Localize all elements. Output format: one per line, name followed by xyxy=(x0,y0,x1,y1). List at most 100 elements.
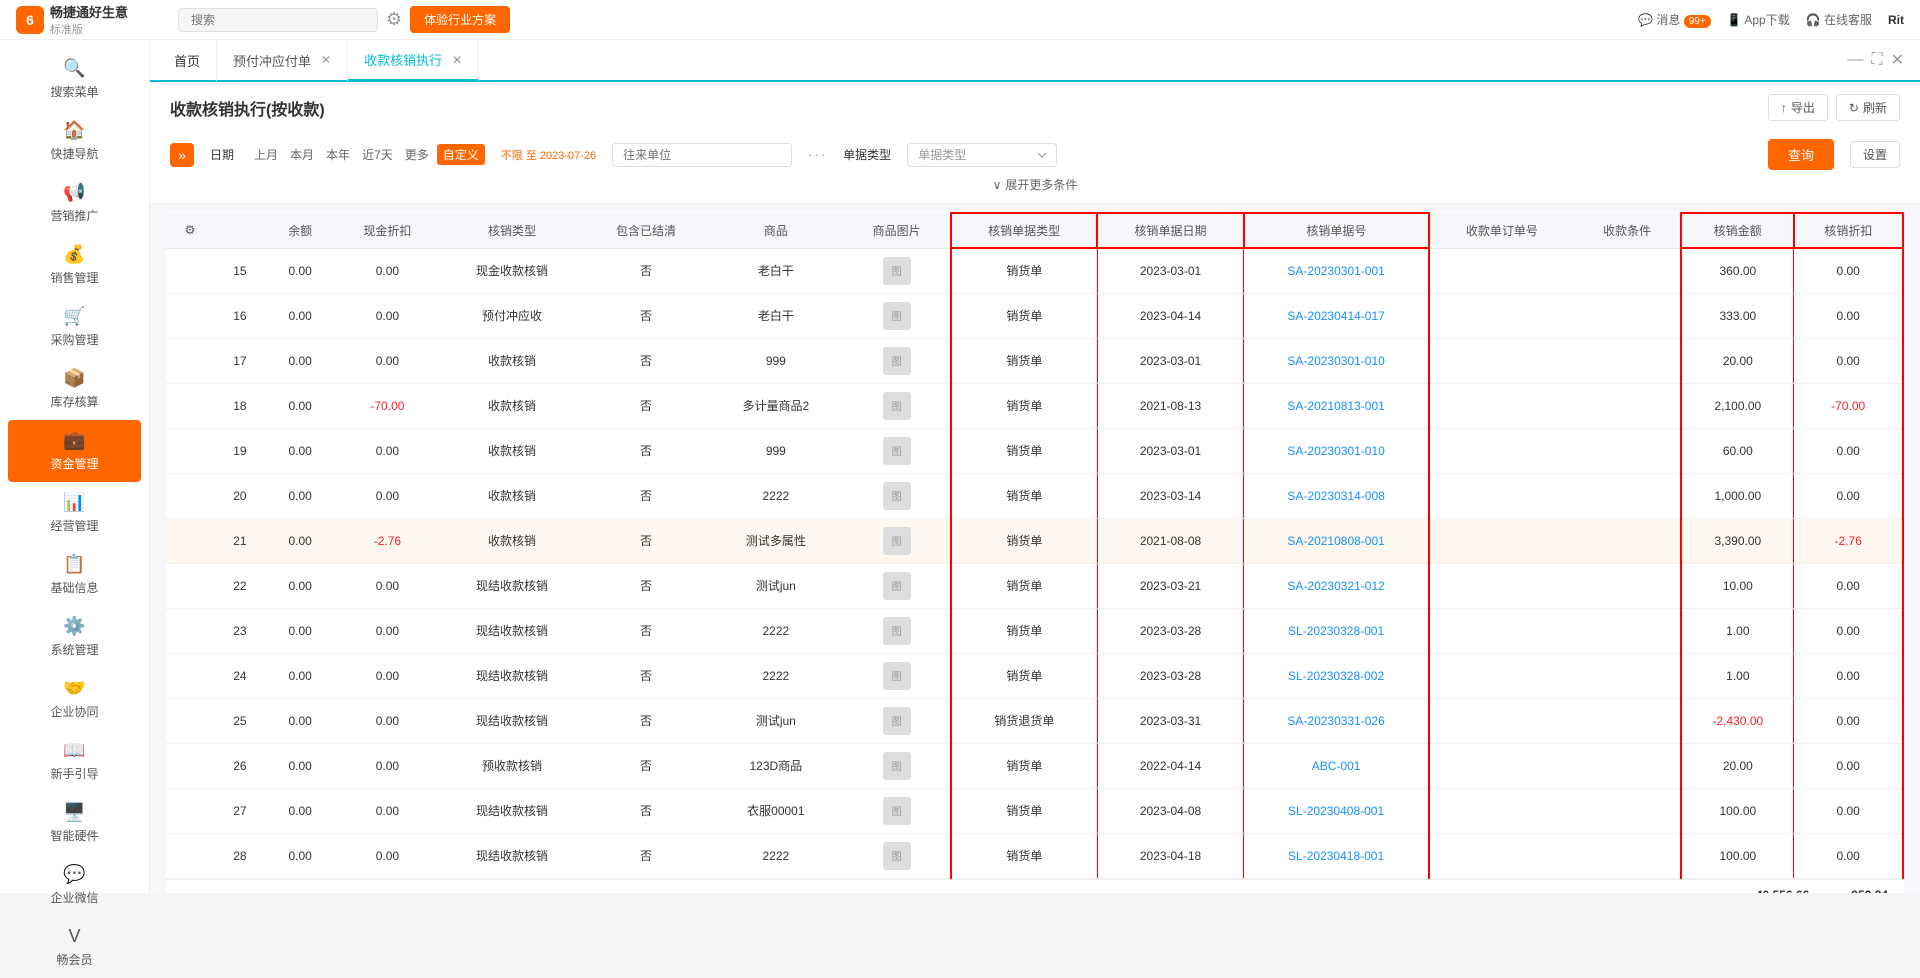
td-doc-report-no[interactable]: SL-20230418-001 xyxy=(1244,833,1429,878)
td-doc-report-no[interactable]: SA-20230301-010 xyxy=(1244,428,1429,473)
sidebar-item-sales[interactable]: 💰 销售管理 xyxy=(0,234,149,296)
export-btn[interactable]: ↑ 导出 xyxy=(1768,94,1828,121)
date-7days[interactable]: 近7天 xyxy=(358,144,397,165)
td-doc-report-no[interactable]: SA-20210813-001 xyxy=(1244,383,1429,428)
refresh-btn[interactable]: ↻ 刷新 xyxy=(1836,94,1900,121)
td-doc-report-no[interactable]: SA-20230414-017 xyxy=(1244,293,1429,338)
doc-report-no-link[interactable]: SA-20210813-001 xyxy=(1287,399,1384,413)
counterpart-input[interactable] xyxy=(612,143,792,167)
td-doc-report-no[interactable]: SA-20230301-010 xyxy=(1244,338,1429,383)
sidebar-item-shortcut[interactable]: 🏠 快捷导航 xyxy=(0,110,149,172)
sidebar-item-member[interactable]: V 畅会员 xyxy=(0,916,149,978)
td-writeoff-type: 现结收款核销 xyxy=(440,833,583,878)
td-product-img: 图 xyxy=(843,383,951,428)
settings-icon[interactable]: ⚙ xyxy=(386,9,402,30)
td-writeoff-discount: 0.00 xyxy=(1794,653,1903,698)
refresh-label: 刷新 xyxy=(1863,99,1887,116)
expand-more-btn[interactable]: ∨ 展开更多条件 xyxy=(993,176,1078,193)
main-content: 首页 预付冲应付单 ✕ 收款核销执行 ✕ — ⛶ ✕ 收款核销执行(按收款) xyxy=(150,40,1920,893)
app-download[interactable]: 📱 App下载 xyxy=(1727,11,1790,28)
doc-type-select[interactable]: 单据类型 xyxy=(907,143,1057,167)
td-doc-report-no[interactable]: SA-20230331-026 xyxy=(1244,698,1429,743)
table-row: 19 0.00 0.00 收款核销 否 999 图 销货单 2023-03-01… xyxy=(166,428,1903,473)
sidebar-item-business[interactable]: 📊 经营管理 xyxy=(0,482,149,544)
tab-receipt-close[interactable]: ✕ xyxy=(452,53,462,67)
sidebar-item-basic[interactable]: 📋 基础信息 xyxy=(0,544,149,606)
tab-receipt[interactable]: 收款核销执行 ✕ xyxy=(348,40,479,82)
td-receipt-order-no xyxy=(1429,608,1574,653)
td-doc-report-no[interactable]: SL-20230408-001 xyxy=(1244,788,1429,833)
td-receipt-cond xyxy=(1574,338,1682,383)
doc-report-no-link[interactable]: SL-20230328-002 xyxy=(1288,669,1384,683)
tab-fullscreen-btn[interactable]: ⛶ xyxy=(1871,51,1882,69)
doc-report-no-link[interactable]: SA-20230301-001 xyxy=(1287,264,1384,278)
sidebar-item-inventory[interactable]: 📦 库存核算 xyxy=(0,358,149,420)
th-product-img: 商品图片 xyxy=(843,213,951,248)
td-writeoff-amount: 10.00 xyxy=(1681,563,1793,608)
tab-home-label: 首页 xyxy=(174,51,200,70)
doc-report-no-link[interactable]: SA-20230301-010 xyxy=(1287,444,1384,458)
td-doc-report-no[interactable]: SL-20230328-001 xyxy=(1244,608,1429,653)
online-service[interactable]: 🎧 在线客服 xyxy=(1806,11,1872,28)
tab-home[interactable]: 首页 xyxy=(158,40,217,81)
sidebar-item-purchase[interactable]: 🛒 采购管理 xyxy=(0,296,149,358)
td-product: 老白干 xyxy=(708,293,843,338)
td-receipt-order-no xyxy=(1429,743,1574,788)
td-doc-report-type: 销货单 xyxy=(951,473,1097,518)
doc-report-no-link[interactable]: SA-20210808-001 xyxy=(1287,534,1384,548)
doc-report-no-link[interactable]: SA-20230321-012 xyxy=(1287,579,1384,593)
doc-report-no-link[interactable]: SA-20230331-026 xyxy=(1287,714,1384,728)
top-search-input[interactable] xyxy=(178,8,378,32)
sidebar-item-search[interactable]: 🔍 搜索菜单 xyxy=(0,48,149,110)
th-settings[interactable]: ⚙ xyxy=(166,213,214,248)
page-header-actions: ↑ 导出 ↻ 刷新 xyxy=(1768,94,1900,121)
doc-report-no-link[interactable]: SA-20230414-017 xyxy=(1287,309,1384,323)
td-doc-report-no[interactable]: SL-20230328-002 xyxy=(1244,653,1429,698)
doc-report-no-link[interactable]: ABC-001 xyxy=(1312,759,1361,773)
sidebar-item-wechat[interactable]: 💬 企业微信 xyxy=(0,854,149,916)
td-doc-report-type: 销货单 xyxy=(951,383,1097,428)
td-doc-report-no[interactable]: SA-20230321-012 xyxy=(1244,563,1429,608)
sidebar-label-wechat: 企业微信 xyxy=(50,889,98,906)
layout: 🔍 搜索菜单 🏠 快捷导航 📢 营销推广 💰 销售管理 🛒 采购管理 📦 库存核… xyxy=(0,40,1920,893)
doc-report-no-link[interactable]: SL-20230328-001 xyxy=(1288,624,1384,638)
tab-minimize-btn[interactable]: — xyxy=(1847,51,1863,69)
td-doc-report-no[interactable]: SA-20210808-001 xyxy=(1244,518,1429,563)
doc-report-no-link[interactable]: SA-20230301-010 xyxy=(1287,354,1384,368)
sidebar-item-guide[interactable]: 📖 新手引导 xyxy=(0,730,149,792)
industry-btn[interactable]: 体验行业方案 xyxy=(410,6,510,33)
filter-expand-btn[interactable]: » xyxy=(170,143,194,167)
doc-report-no-link[interactable]: SA-20230314-008 xyxy=(1287,489,1384,503)
message-icon[interactable]: 💬 消息 99+ xyxy=(1638,11,1711,28)
sidebar-item-marketing[interactable]: 📢 营销推广 xyxy=(0,172,149,234)
date-custom[interactable]: 自定义 xyxy=(437,144,485,165)
td-doc-report-no[interactable]: SA-20230301-001 xyxy=(1244,248,1429,293)
date-more[interactable]: 更多 xyxy=(401,144,433,165)
doc-report-no-link[interactable]: SL-20230408-001 xyxy=(1288,804,1384,818)
td-product-img: 图 xyxy=(843,788,951,833)
td-receipt-cond xyxy=(1574,383,1682,428)
td-receipt-order-no xyxy=(1429,338,1574,383)
tab-prepay-close[interactable]: ✕ xyxy=(321,53,331,67)
table-scroll[interactable]: ⚙ 余额 现金折扣 核销类型 包含已结清 商品 商品图片 核销单据类型 核销单据… xyxy=(166,212,1904,879)
doc-type-label: 单据类型 xyxy=(843,146,891,163)
setting-btn[interactable]: 设置 xyxy=(1850,141,1900,168)
date-this-month[interactable]: 本月 xyxy=(286,144,318,165)
sidebar-item-collab[interactable]: 🤝 企业协同 xyxy=(0,668,149,730)
tab-prepay[interactable]: 预付冲应付单 ✕ xyxy=(217,40,348,81)
td-balance: 0.00 xyxy=(266,698,335,743)
table-row: 26 0.00 0.00 预收款核销 否 123D商品 图 销货单 2022-0… xyxy=(166,743,1903,788)
sidebar-item-system[interactable]: ⚙️ 系统管理 xyxy=(0,606,149,668)
query-btn[interactable]: 查询 xyxy=(1768,139,1834,170)
td-cash-discount: 0.00 xyxy=(334,293,440,338)
table-row: 21 0.00 -2.76 收款核销 否 测试多属性 图 销货单 2021-08… xyxy=(166,518,1903,563)
td-doc-report-no[interactable]: ABC-001 xyxy=(1244,743,1429,788)
td-doc-report-no[interactable]: SA-20230314-008 xyxy=(1244,473,1429,518)
smart-icon: 🖥️ xyxy=(63,802,85,823)
date-last-month[interactable]: 上月 xyxy=(250,144,282,165)
date-this-year[interactable]: 本年 xyxy=(322,144,354,165)
doc-report-no-link[interactable]: SL-20230418-001 xyxy=(1288,849,1384,863)
sidebar-item-finance[interactable]: 💼 资金管理 xyxy=(8,420,141,482)
tab-close-all-btn[interactable]: ✕ xyxy=(1891,50,1904,70)
sidebar-item-smart[interactable]: 🖥️ 智能硬件 xyxy=(0,792,149,854)
